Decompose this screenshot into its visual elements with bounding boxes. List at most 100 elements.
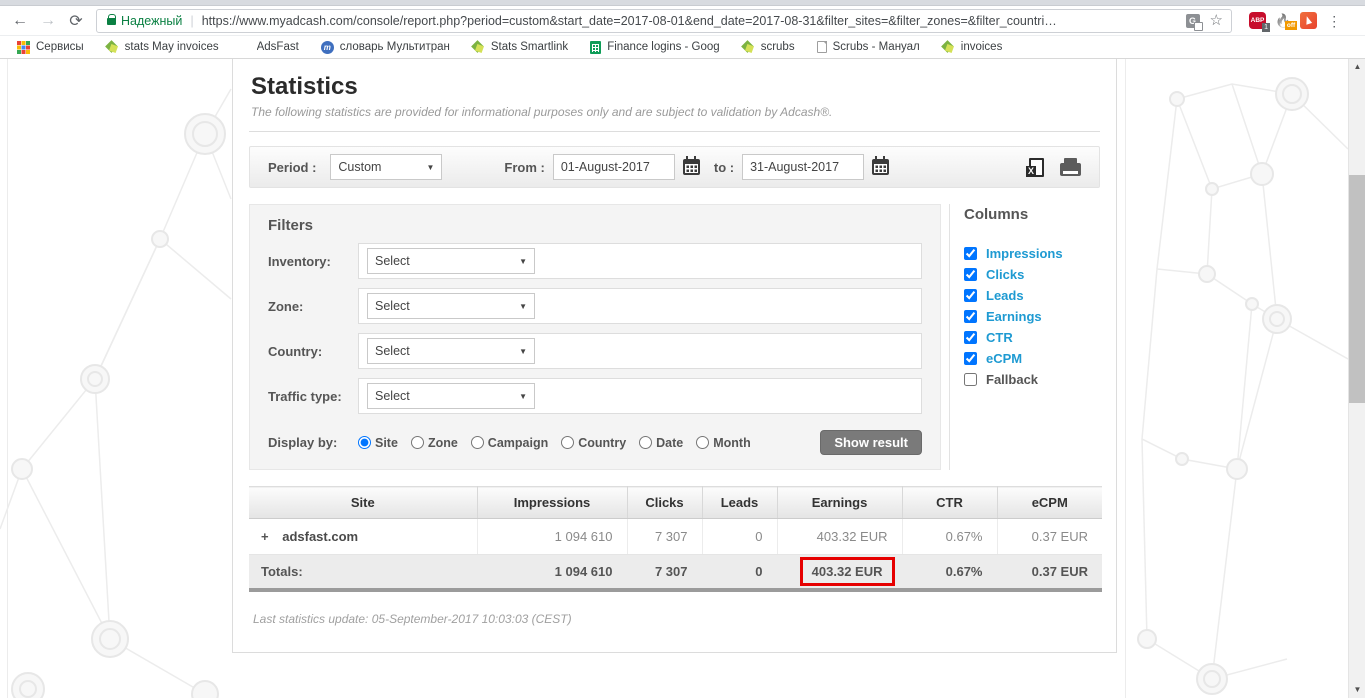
calendar-icon[interactable] xyxy=(682,156,700,175)
browser-menu-icon[interactable]: ⋮ xyxy=(1327,14,1341,28)
radio-label: Country xyxy=(578,435,627,450)
filters-and-columns: Filters Inventory: Select ▼ Zone: Select… xyxy=(249,204,1100,470)
bookmark-label: Scrubs - Мануал xyxy=(832,41,920,53)
print-icon[interactable] xyxy=(1060,158,1081,176)
checkbox-clicks[interactable] xyxy=(964,268,977,281)
bookmark-scrubs[interactable]: scrubs xyxy=(742,41,795,54)
from-date-input[interactable] xyxy=(552,154,675,180)
background-network-pattern-left xyxy=(0,88,232,698)
bookmark-services[interactable]: Сервисы xyxy=(16,40,84,54)
apps-grid-icon xyxy=(16,40,30,54)
period-select[interactable]: Custom ▼ xyxy=(330,154,443,180)
column-checkbox-ecpm[interactable]: eCPM xyxy=(964,348,1100,369)
radio-zone-input[interactable] xyxy=(410,436,424,449)
bookmark-label: Stats Smartlink xyxy=(490,41,569,53)
bookmark-invoices[interactable]: invoices xyxy=(942,41,1003,54)
scroll-down-icon[interactable]: ▼ xyxy=(1349,682,1365,698)
inventory-select[interactable]: Select ▼ xyxy=(367,248,535,274)
column-checkbox-leads[interactable]: Leads xyxy=(964,285,1100,306)
radio-zone[interactable]: Zone xyxy=(410,436,458,450)
adblock-extension-button[interactable]: ABP 1 xyxy=(1249,12,1270,32)
filter-box: Select ▼ xyxy=(358,333,922,369)
select-value: Select xyxy=(375,254,410,268)
radio-month-input[interactable] xyxy=(696,436,710,449)
url-text[interactable]: https://www.myadcash.com/console/report.… xyxy=(202,14,1178,28)
column-checkbox-ctr[interactable]: CTR xyxy=(964,327,1100,348)
bookmark-scrubs-manual[interactable]: Scrubs - Мануал xyxy=(816,41,920,53)
page-scrollbar[interactable]: ▲ ▼ xyxy=(1348,59,1365,698)
title-divider xyxy=(249,131,1100,132)
checkbox-earnings[interactable] xyxy=(964,310,977,323)
favicon-stats-icon xyxy=(106,41,119,54)
radio-campaign[interactable]: Campaign xyxy=(470,435,549,450)
security-label: Надежный xyxy=(121,13,183,28)
chevron-down-icon: ▼ xyxy=(519,256,527,266)
checkbox-impressions[interactable] xyxy=(964,247,977,260)
country-select[interactable]: Select ▼ xyxy=(367,338,535,364)
radio-label: Campaign xyxy=(487,435,549,450)
column-checkbox-clicks[interactable]: Clicks xyxy=(964,264,1100,285)
bookmark-adsfast[interactable]: AdsFast xyxy=(240,41,299,53)
checkbox-ecpm[interactable] xyxy=(964,352,977,365)
traffic-type-select[interactable]: Select ▼ xyxy=(367,383,535,409)
cell-ecpm: 0.37 EUR xyxy=(997,518,1102,555)
filters-title: Filters xyxy=(268,217,314,234)
bookmark-label: Сервисы xyxy=(36,41,84,53)
expand-row-icon[interactable]: + xyxy=(261,529,269,544)
column-checkbox-earnings[interactable]: Earnings xyxy=(964,306,1100,327)
table-header-row: Site Impressions Clicks Leads Earnings C… xyxy=(249,486,1102,519)
favicon-stats-icon xyxy=(472,41,485,54)
radio-campaign-input[interactable] xyxy=(470,436,484,449)
radio-date-input[interactable] xyxy=(639,436,653,449)
zone-select[interactable]: Select ▼ xyxy=(367,293,535,319)
header-clicks: Clicks xyxy=(627,486,703,519)
favicon-stats-icon xyxy=(742,41,755,54)
radio-month[interactable]: Month xyxy=(696,436,751,450)
column-checkbox-fallback[interactable]: Fallback xyxy=(964,369,1100,390)
adblock-badge: 1 xyxy=(1262,23,1270,32)
scrollbar-thumb[interactable] xyxy=(1349,175,1365,403)
export-excel-icon[interactable] xyxy=(1026,157,1044,177)
column-checkbox-impressions[interactable]: Impressions xyxy=(964,243,1100,264)
last-update-note: Last statistics update: 05-September-201… xyxy=(253,611,572,626)
forward-icon[interactable]: → xyxy=(36,9,60,33)
checkbox-leads[interactable] xyxy=(964,289,977,302)
favicon-blank-icon xyxy=(240,41,251,53)
to-label: to : xyxy=(713,159,735,175)
calendar-icon[interactable] xyxy=(872,156,890,175)
back-icon[interactable]: ← xyxy=(8,9,32,33)
off-badge: off xyxy=(1284,21,1298,30)
bookmark-finance-logins[interactable]: Finance logins - Goog xyxy=(590,40,720,54)
show-result-button[interactable]: Show result xyxy=(820,430,922,455)
address-bar[interactable]: Надежный | https://www.myadcash.com/cons… xyxy=(96,8,1232,33)
filter-box: Select ▼ xyxy=(358,243,922,279)
reload-icon[interactable]: ⟳ xyxy=(64,9,88,33)
radio-country-input[interactable] xyxy=(561,436,575,449)
column-label: Clicks xyxy=(986,267,1025,282)
to-date-input[interactable] xyxy=(742,154,865,180)
checkbox-fallback[interactable] xyxy=(964,373,977,386)
translate-icon[interactable]: G xyxy=(1185,13,1203,31)
radio-date[interactable]: Date xyxy=(639,436,683,450)
flame-extension-button[interactable]: 🔥 off xyxy=(1275,14,1298,30)
bookmark-multitran[interactable]: m словарь Мультитран xyxy=(320,40,450,54)
totals-ecpm: 0.37 EUR xyxy=(997,554,1102,592)
radio-country[interactable]: Country xyxy=(561,436,626,450)
totals-earnings: 403.32 EUR xyxy=(777,554,903,592)
scroll-up-icon[interactable]: ▲ xyxy=(1349,59,1365,75)
bookmark-stats-smartlink[interactable]: Stats Smartlink xyxy=(472,41,568,54)
bookmark-label: AdsFast xyxy=(256,41,299,53)
bookmark-label: invoices xyxy=(960,41,1003,53)
table-row: + adsfast.com 1 094 610 7 307 0 403.32 E… xyxy=(249,518,1102,555)
bookmark-stats-may-invoices[interactable]: stats May invoices xyxy=(106,41,219,54)
totals-clicks: 7 307 xyxy=(627,554,703,592)
radio-site-input[interactable] xyxy=(358,436,371,449)
totals-ctr: 0.67% xyxy=(902,554,998,592)
pointer-extension-button[interactable] xyxy=(1300,12,1318,29)
checkbox-ctr[interactable] xyxy=(964,331,977,344)
select-value: Select xyxy=(375,389,410,403)
bookmark-star-icon[interactable]: ☆ xyxy=(1210,13,1223,28)
highlight-annotation-box: 403.32 EUR xyxy=(799,556,895,586)
filter-label: Zone: xyxy=(268,298,304,314)
radio-site[interactable]: Site xyxy=(358,436,398,450)
